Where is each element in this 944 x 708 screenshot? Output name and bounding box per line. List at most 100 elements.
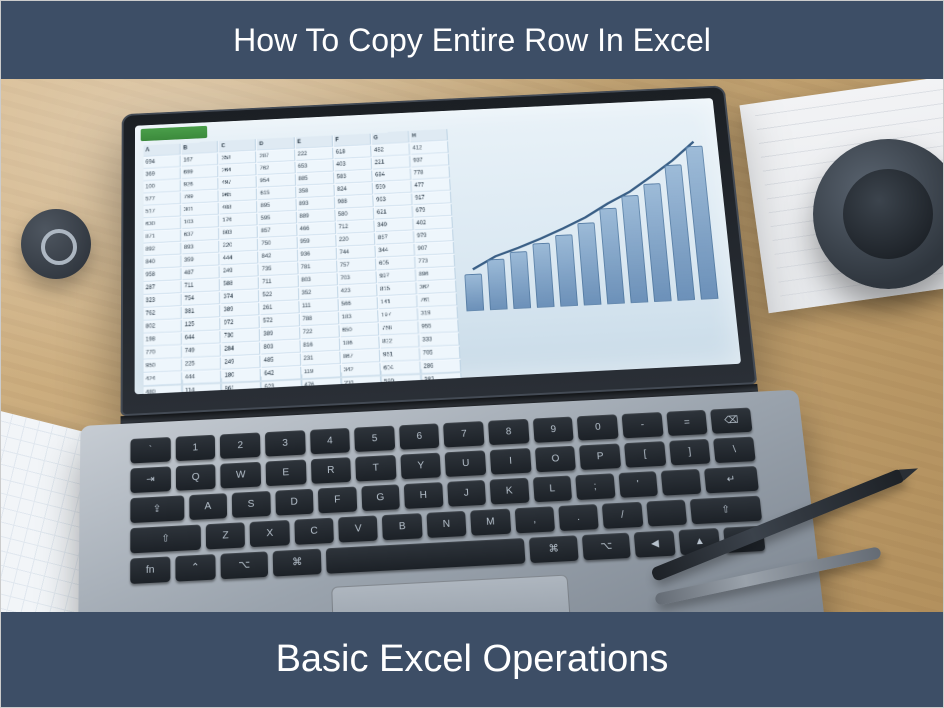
cell: 972	[222, 316, 260, 330]
cell: 892	[144, 243, 182, 257]
key: 2	[220, 432, 260, 458]
cell: 802	[144, 320, 182, 334]
laptop: ABCDEFGH69416735828722261848241236969926…	[120, 85, 796, 612]
cell: 580	[336, 208, 374, 222]
cell: 893	[182, 241, 220, 255]
cell: 757	[338, 259, 377, 273]
cell: 815	[378, 282, 417, 296]
cell: 799	[182, 191, 219, 204]
cell: 803	[220, 226, 258, 240]
key: O	[535, 446, 577, 473]
cell: 103	[182, 216, 220, 230]
cell: 703	[338, 271, 377, 285]
cell: 114	[183, 384, 222, 395]
cell: F	[333, 133, 371, 146]
key: ⌥	[582, 533, 632, 561]
cell: 857	[259, 224, 297, 238]
key: ⌘	[529, 535, 578, 563]
cell: 477	[412, 179, 450, 193]
key: \	[713, 437, 755, 463]
cell: 871	[144, 230, 181, 244]
cell: 618	[334, 146, 372, 159]
cell: 712	[336, 220, 374, 234]
cell: 761	[418, 294, 457, 308]
key: ⇧	[690, 496, 762, 525]
cell: 497	[220, 176, 257, 189]
cell: 408	[220, 201, 258, 215]
cell: 358	[297, 185, 335, 199]
keyboard: `1234567890-=⌫ ⇥QWERTYUIOP[]\ ⇪ASDFGHJKL…	[130, 408, 765, 585]
cell: 711	[260, 275, 298, 289]
cell: 186	[341, 337, 380, 351]
key: D	[275, 489, 314, 516]
cell: 936	[298, 248, 336, 262]
cell: E	[295, 135, 333, 148]
cell: 482	[372, 144, 410, 157]
header-bar: How To Copy Entire Row In Excel	[1, 1, 943, 79]
cell: 100	[144, 180, 181, 193]
cell: 684	[373, 168, 411, 181]
cell: 261	[261, 301, 300, 315]
cell: 480	[144, 386, 183, 395]
cell: 744	[337, 246, 376, 260]
cell: 572	[261, 314, 300, 328]
cell: 487	[182, 266, 220, 280]
cell: 358	[219, 152, 256, 165]
key: T	[355, 455, 396, 482]
key: ⌘	[273, 549, 321, 577]
cell: 762	[258, 162, 296, 175]
footer-bar: Basic Excel Operations	[1, 612, 943, 707]
trackpad	[331, 575, 572, 612]
cell: 287	[144, 281, 182, 295]
cell: 342	[341, 363, 380, 377]
key: fn	[130, 556, 170, 584]
cell: 583	[335, 170, 373, 183]
key: .	[558, 504, 599, 531]
cell: 730	[222, 329, 261, 343]
cell: 861	[223, 382, 262, 394]
hero-image: ABCDEFGH69416735828722261848241236969926…	[1, 79, 943, 612]
cell: 754	[182, 292, 220, 306]
cell: 389	[222, 303, 260, 317]
cell: 768	[380, 322, 419, 336]
cell: 954	[258, 174, 296, 187]
cell: 889	[297, 210, 335, 224]
earbud-icon	[21, 209, 91, 279]
cell: 722	[301, 325, 340, 339]
cell: 630	[144, 218, 181, 232]
key: 8	[488, 419, 529, 445]
cell: 961	[381, 348, 420, 362]
key: G	[361, 484, 400, 511]
cell: 615	[258, 187, 296, 200]
cell: H	[410, 129, 448, 142]
key: U	[445, 450, 486, 477]
cell: 959	[298, 235, 336, 249]
cell: 711	[182, 279, 220, 293]
key: ⇪	[130, 495, 184, 523]
key: Q	[176, 464, 216, 491]
cell: 403	[334, 158, 372, 171]
laptop-screen-bezel: ABCDEFGH69416735828722261848241236969926…	[121, 85, 758, 416]
cell: 867	[376, 231, 415, 245]
key: B	[382, 513, 422, 540]
key	[326, 538, 526, 574]
key: -	[622, 412, 664, 438]
key: W	[221, 462, 261, 489]
spreadsheet-grid: ABCDEFGH69416735828722261848241236969926…	[144, 129, 461, 381]
key: 5	[354, 426, 395, 452]
footer-title: Basic Excel Operations	[276, 638, 669, 681]
cell: 323	[144, 294, 182, 308]
cell: 749	[183, 344, 221, 358]
cell: 842	[260, 250, 298, 264]
cell: 824	[335, 183, 373, 197]
cell: 623	[262, 380, 301, 394]
cell: 517	[144, 205, 181, 219]
cell: 735	[260, 262, 298, 276]
cell: 141	[379, 295, 418, 309]
key: P	[579, 443, 621, 470]
cell: 595	[259, 212, 297, 226]
cell: 167	[181, 154, 218, 167]
key: K	[490, 478, 529, 505]
cell: 705	[421, 346, 461, 360]
key: 0	[577, 414, 619, 440]
